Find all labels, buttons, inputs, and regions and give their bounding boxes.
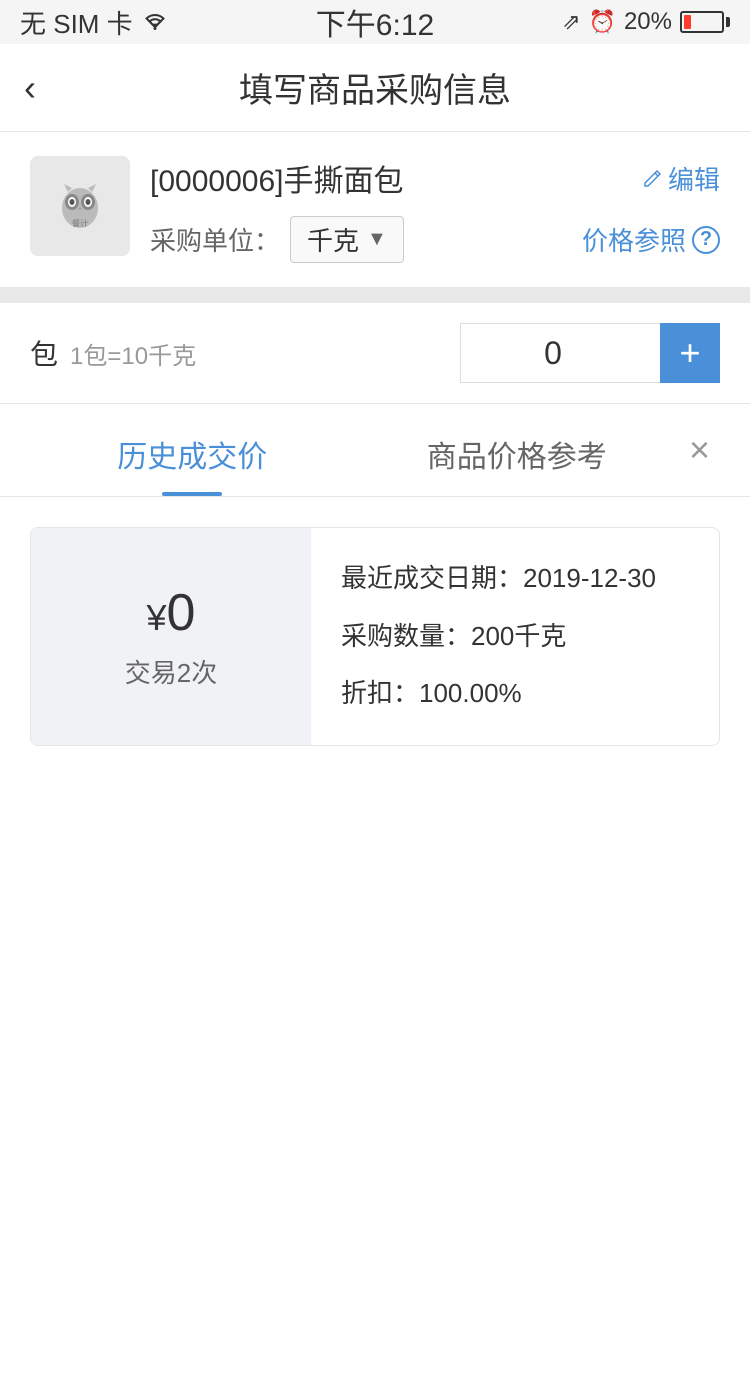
product-unit-row: 采购单位： 千克 ▼ 价格参照 ?	[150, 216, 720, 263]
price-card-right: 最近成交日期：2019-12-30 采购数量：200千克 折扣：100.00%	[311, 528, 719, 745]
alarm-icon: ⏰	[589, 9, 616, 35]
status-bar: 无 SIM 卡 下午6:12 ⇗ ⏰ 20%	[0, 0, 750, 44]
unit-dropdown[interactable]: 千克 ▼	[290, 216, 404, 263]
discount-value: 100.00%	[419, 678, 522, 708]
quantity-input-group: +	[460, 323, 720, 383]
close-icon: ×	[689, 429, 710, 471]
quantity-plus-button[interactable]: +	[660, 323, 720, 383]
product-id: [0000006]	[150, 165, 283, 198]
unit-value: 千克	[307, 221, 359, 258]
unit-label: 采购单位：	[150, 221, 280, 258]
quantity-label-group: 包 1包=10千克	[30, 333, 196, 373]
unit-selector-group: 采购单位： 千克 ▼	[150, 216, 404, 263]
product-info: [0000006]手撕面包 编辑 采购单位： 千克 ▼ 价格参照	[150, 156, 720, 263]
recent-date-row: 最近成交日期：2019-12-30	[341, 558, 689, 600]
quantity-row: 包 1包=10千克 +	[0, 303, 750, 403]
discount-row: 折扣：100.00%	[341, 673, 689, 715]
purchase-qty-row: 采购数量：200千克	[341, 616, 689, 658]
battery-percent: 20%	[624, 8, 672, 36]
status-time: 下午6:12	[316, 0, 434, 44]
purchase-qty-label: 采购数量：	[341, 621, 471, 651]
plus-icon: +	[679, 332, 700, 374]
battery-icon	[680, 11, 730, 33]
tabs-container: 历史成交价 商品价格参考 × ¥0 交易2次 最近成交日期：2019-12-30…	[0, 404, 750, 1376]
recent-date-label: 最近成交日期：	[341, 563, 523, 593]
back-button[interactable]: ‹	[24, 67, 36, 109]
tab2-label: 商品价格参考	[427, 441, 607, 474]
wifi-icon	[141, 7, 169, 38]
price-value: 0	[167, 584, 196, 642]
trades-count: 交易2次	[125, 653, 217, 690]
product-header: [0000006]手撕面包 编辑	[150, 156, 720, 200]
svg-text:餐计: 餐计	[72, 218, 88, 228]
tabs-header: 历史成交价 商品价格参考 ×	[0, 404, 750, 497]
product-image: 餐计	[30, 156, 130, 256]
product-logo: 餐计	[50, 176, 110, 236]
price-card-left: ¥0 交易2次	[31, 528, 311, 745]
tab-history-price[interactable]: 历史成交价	[30, 404, 354, 496]
tab-product-price-ref[interactable]: 商品价格参考	[354, 404, 678, 496]
carrier-text: 无 SIM 卡	[20, 4, 133, 41]
edit-button[interactable]: 编辑	[642, 160, 720, 197]
dropdown-arrow-icon: ▼	[367, 228, 387, 251]
edit-icon	[642, 167, 664, 189]
bottom-area	[0, 776, 750, 1376]
tab1-label: 历史成交价	[117, 441, 267, 474]
price-amount: ¥0	[147, 583, 196, 643]
price-reference-button[interactable]: 价格参照 ?	[582, 221, 720, 258]
nav-bar: ‹ 填写商品采购信息	[0, 44, 750, 132]
product-card: 餐计 [0000006]手撕面包 编辑 采购单位： 千克 ▼	[0, 132, 750, 287]
currency-symbol: ¥	[147, 597, 167, 638]
price-card: ¥0 交易2次 最近成交日期：2019-12-30 采购数量：200千克 折扣：…	[30, 527, 720, 746]
section-divider	[0, 287, 750, 303]
recent-date-value: 2019-12-30	[523, 563, 656, 593]
page-title: 填写商品采购信息	[239, 63, 511, 112]
product-title: 手撕面包	[283, 165, 403, 198]
help-icon: ?	[692, 226, 720, 254]
tabs-close-button[interactable]: ×	[679, 429, 720, 471]
status-right: ⇗ ⏰ 20%	[562, 8, 730, 36]
quantity-unit: 包	[30, 333, 58, 373]
quantity-input[interactable]	[460, 323, 660, 383]
product-name: [0000006]手撕面包	[150, 156, 403, 200]
price-ref-label: 价格参照	[582, 221, 686, 258]
purchase-qty-value: 200千克	[471, 621, 566, 651]
discount-label: 折扣：	[341, 678, 419, 708]
status-left: 无 SIM 卡	[20, 4, 169, 41]
location-icon: ⇗	[562, 9, 580, 35]
quantity-conversion: 1包=10千克	[70, 336, 196, 371]
